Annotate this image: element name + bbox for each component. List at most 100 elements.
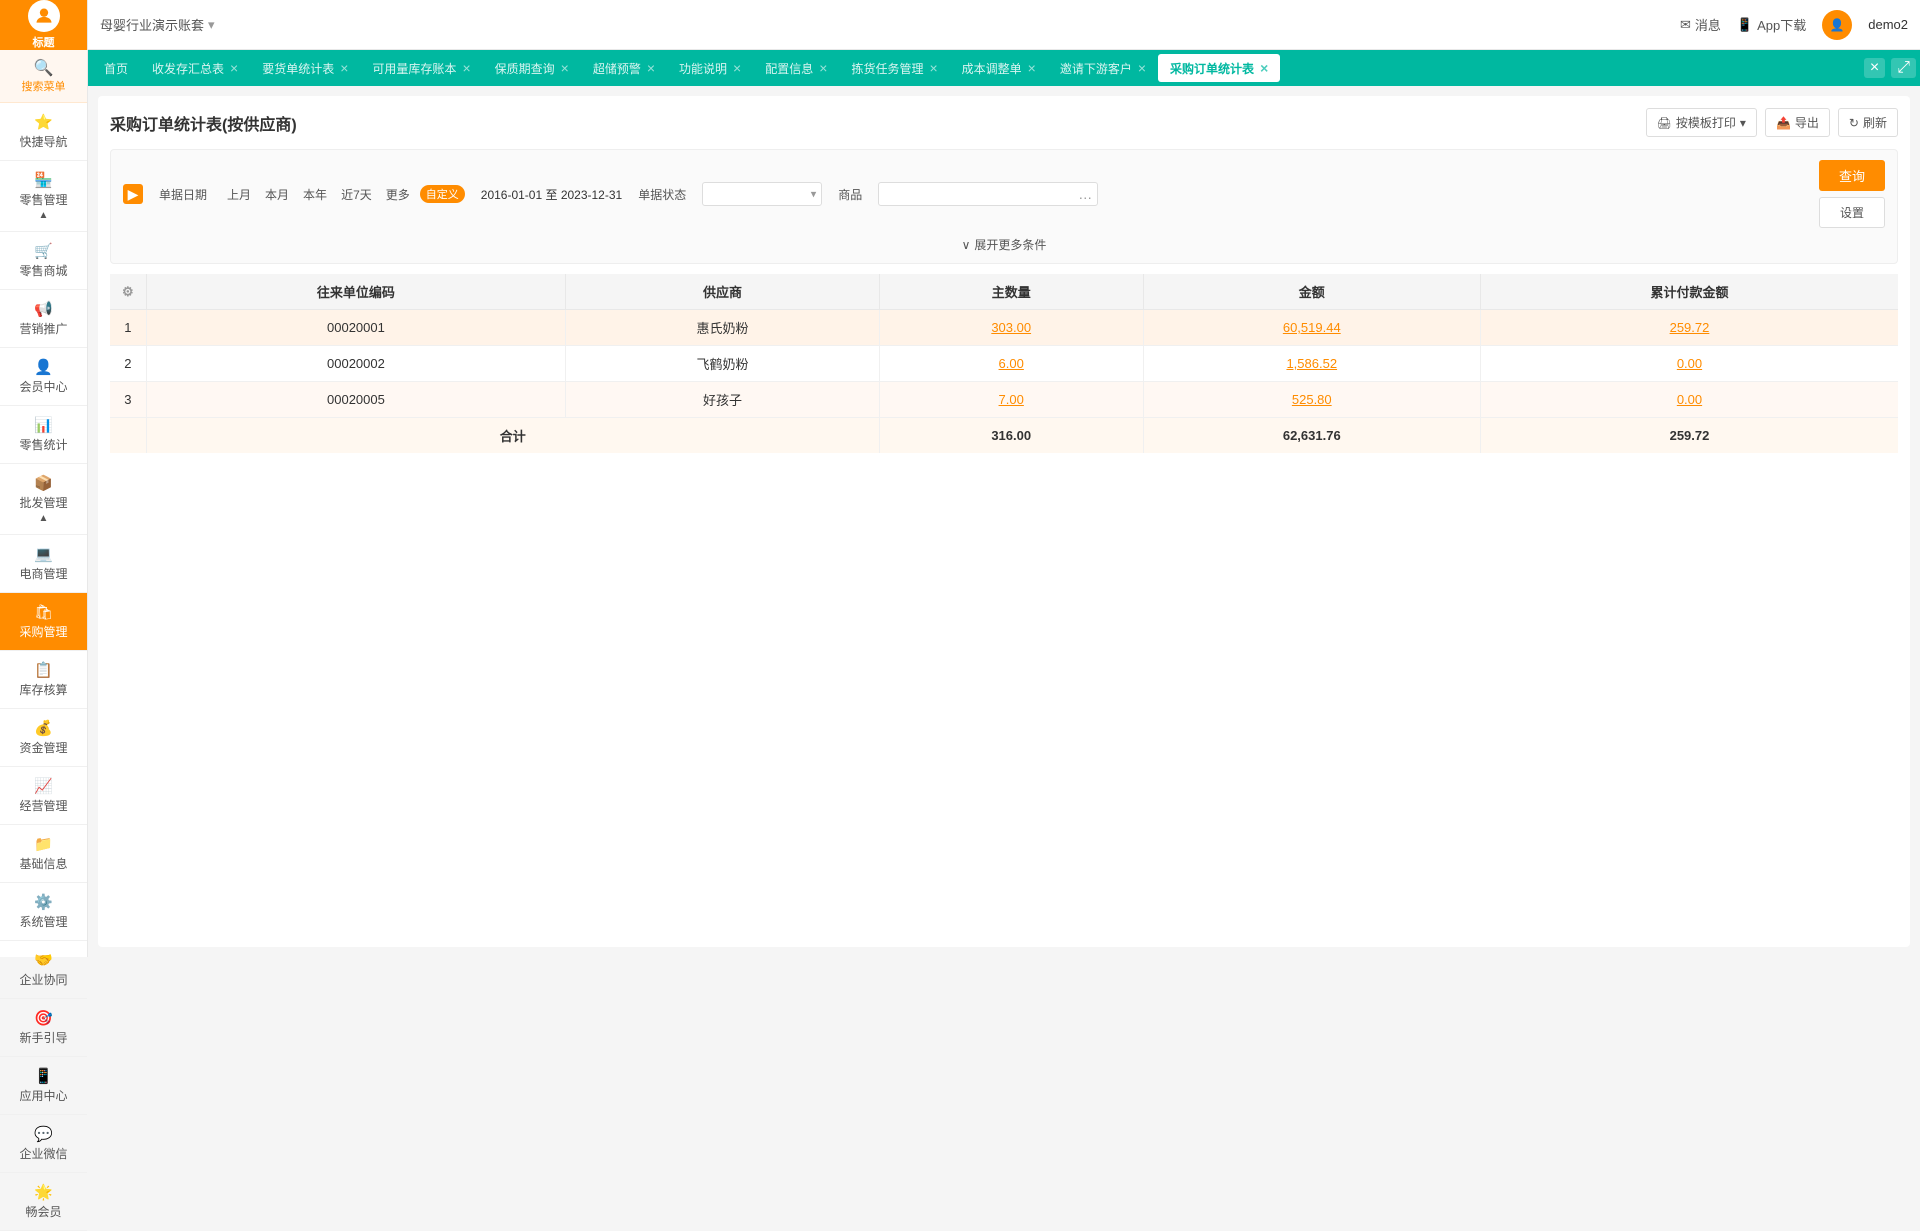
refresh-btn[interactable]: ↻ 刷新	[1838, 108, 1898, 137]
filter-area: ▶ 单据日期 上月 本月 本年 近7天 更多 自定义 2016-01-01 至 …	[110, 149, 1898, 264]
tab-close-sfsummary[interactable]: ×	[230, 61, 238, 75]
sidebar-item-operation[interactable]: 📈 经营管理	[0, 767, 87, 825]
header-message-btn[interactable]: ✉ 消息	[1680, 15, 1721, 34]
tab-task[interactable]: 拣货任务管理 ×	[839, 54, 949, 82]
sidebar-item-retail[interactable]: 🏪 零售管理 ▲	[0, 161, 87, 232]
row-3-paid[interactable]: 0.00	[1480, 382, 1898, 418]
goods-input-more-icon[interactable]: …	[1078, 186, 1092, 202]
date-range-display: 2016-01-01 至 2023-12-31	[481, 186, 622, 203]
row-3-qty[interactable]: 7.00	[879, 382, 1143, 418]
row-2-index: 2	[110, 346, 146, 382]
tab-close-stockbook[interactable]: ×	[462, 61, 470, 75]
shortcut-this-year[interactable]: 本年	[299, 185, 331, 204]
row-1-amount[interactable]: 60,519.44	[1143, 310, 1480, 346]
tab-invite[interactable]: 邀请下游客户 ×	[1048, 54, 1158, 82]
tab-sfsummary[interactable]: 收发存汇总表 ×	[140, 54, 250, 82]
tab-costadjust[interactable]: 成本调整单 ×	[950, 54, 1048, 82]
tab-stockbook[interactable]: 可用量库存账本 ×	[360, 54, 482, 82]
row-3-code: 00020005	[146, 382, 566, 418]
row-2-paid[interactable]: 0.00	[1480, 346, 1898, 382]
footer-empty	[110, 418, 146, 454]
sidebar-item-vip[interactable]: 🌟 畅会员	[0, 1173, 87, 1231]
row-1-paid[interactable]: 259.72	[1480, 310, 1898, 346]
row-3-supplier: 好孩子	[566, 382, 880, 418]
print-dropdown-icon: ▾	[1740, 116, 1746, 130]
filter-toggle-btn[interactable]: ▶	[123, 184, 143, 204]
sidebar-item-wholesale[interactable]: 📦 批发管理 ▲	[0, 464, 87, 535]
sidebar-item-system[interactable]: ⚙️ 系统管理	[0, 883, 87, 941]
sidebar-item-retailmall[interactable]: 🛒 零售商城	[0, 232, 87, 290]
sidebar-item-purchase[interactable]: 🛍 采购管理	[0, 593, 87, 651]
export-btn[interactable]: 📤 导出	[1765, 108, 1830, 137]
sidebar-item-enterprise[interactable]: 🤝 企业协同	[0, 941, 87, 999]
th-settings: ⚙	[110, 274, 146, 310]
workspace-selector[interactable]: 母婴行业演示账套 ▾	[100, 15, 215, 34]
logo-text: 标题	[33, 34, 55, 50]
print-btn[interactable]: 🖨 按模板打印 ▾	[1646, 108, 1757, 137]
tab-close-purchasesummary[interactable]: ×	[1260, 61, 1268, 75]
user-avatar[interactable]: 👤	[1822, 10, 1852, 40]
tab-warning[interactable]: 超储预警 ×	[581, 54, 667, 82]
th-paid: 累计付款金额	[1480, 274, 1898, 310]
sidebar-item-marketing[interactable]: 📢 营销推广	[0, 290, 87, 348]
row-2-code: 00020002	[146, 346, 566, 382]
fullscreen-btn[interactable]: ⤢	[1891, 58, 1916, 78]
tab-close-config[interactable]: ×	[819, 61, 827, 75]
sidebar-item-inventory[interactable]: 📋 库存核算	[0, 651, 87, 709]
sidebar-item-member[interactable]: 👤 会员中心	[0, 348, 87, 406]
tab-home[interactable]: 首页	[92, 54, 140, 82]
tab-funcinfo[interactable]: 功能说明 ×	[667, 54, 753, 82]
row-1-index: 1	[110, 310, 146, 346]
column-settings-icon[interactable]: ⚙	[122, 284, 134, 299]
row-2-amount[interactable]: 1,586.52	[1143, 346, 1480, 382]
query-btn[interactable]: 查询	[1819, 160, 1885, 191]
retail-expand-icon: ▲	[39, 210, 49, 221]
row-1-qty[interactable]: 303.00	[879, 310, 1143, 346]
tab-goodssummary[interactable]: 要货单统计表 ×	[250, 54, 360, 82]
tab-close-invite[interactable]: ×	[1138, 61, 1146, 75]
message-label: 消息	[1695, 15, 1721, 34]
tab-close-expiry[interactable]: ×	[561, 61, 569, 75]
tab-config[interactable]: 配置信息 ×	[753, 54, 839, 82]
status-select[interactable]	[702, 182, 822, 206]
tab-close-costadjust[interactable]: ×	[1028, 61, 1036, 75]
row-2-qty[interactable]: 6.00	[879, 346, 1143, 382]
workspace-dropdown-icon: ▾	[208, 17, 215, 33]
shortcut-more[interactable]: 更多	[382, 185, 414, 204]
row-3-index: 3	[110, 382, 146, 418]
tab-close-task[interactable]: ×	[929, 61, 937, 75]
tab-purchasesummary[interactable]: 采购订单统计表 ×	[1158, 54, 1280, 82]
sidebar-item-corpwechat[interactable]: 💬 企业微信	[0, 1115, 87, 1173]
sidebar-item-retailstat[interactable]: 📊 零售统计	[0, 406, 87, 464]
table-wrap: ⚙ 往来单位编码 供应商 主数量 金额 累计付款金额 1 00020001	[110, 274, 1898, 935]
date-filter-label: 单据日期	[159, 186, 207, 203]
footer-label: 合计	[146, 418, 879, 454]
sidebar-item-ecommerce[interactable]: 💻 电商管理	[0, 535, 87, 593]
custom-badge[interactable]: 自定义	[420, 185, 465, 203]
row-3-amount[interactable]: 525.80	[1143, 382, 1480, 418]
sidebar-item-appcenter[interactable]: 📱 应用中心	[0, 1057, 87, 1115]
sidebar-item-finance[interactable]: 💰 资金管理	[0, 709, 87, 767]
goods-input[interactable]	[878, 182, 1098, 206]
data-table: ⚙ 往来单位编码 供应商 主数量 金额 累计付款金额 1 00020001	[110, 274, 1898, 453]
table-body: 1 00020001 惠氏奶粉 303.00 60,519.44 259.72 …	[110, 310, 1898, 418]
header-app-download-btn[interactable]: 📱 App下载	[1737, 15, 1806, 34]
sidebar-item-basic[interactable]: 📁 基础信息	[0, 825, 87, 883]
tab-expiry[interactable]: 保质期查询 ×	[483, 54, 581, 82]
goods-input-wrap: …	[878, 182, 1098, 206]
table-footer-row: 合计 316.00 62,631.76 259.72	[110, 418, 1898, 454]
sidebar-item-newguide[interactable]: 🎯 新手引导	[0, 999, 87, 1057]
settings-btn[interactable]: 设置	[1819, 197, 1885, 228]
filter-expand-btn[interactable]: ∨ 展开更多条件	[123, 236, 1885, 253]
th-qty: 主数量	[879, 274, 1143, 310]
shortcut-7days[interactable]: 近7天	[337, 185, 376, 204]
sidebar-item-shortcut[interactable]: ⭐ 快捷导航	[0, 103, 87, 161]
sidebar-item-search[interactable]: 🔍 搜索菜单	[0, 50, 87, 103]
shortcut-this-month[interactable]: 本月	[261, 185, 293, 204]
query-btn-col: 查询 设置	[1819, 160, 1885, 228]
tab-close-funcinfo[interactable]: ×	[733, 61, 741, 75]
shortcut-last-month[interactable]: 上月	[223, 185, 255, 204]
tab-close-goodssummary[interactable]: ×	[340, 61, 348, 75]
close-all-tabs-btn[interactable]: ×	[1864, 58, 1885, 78]
tab-close-warning[interactable]: ×	[647, 61, 655, 75]
